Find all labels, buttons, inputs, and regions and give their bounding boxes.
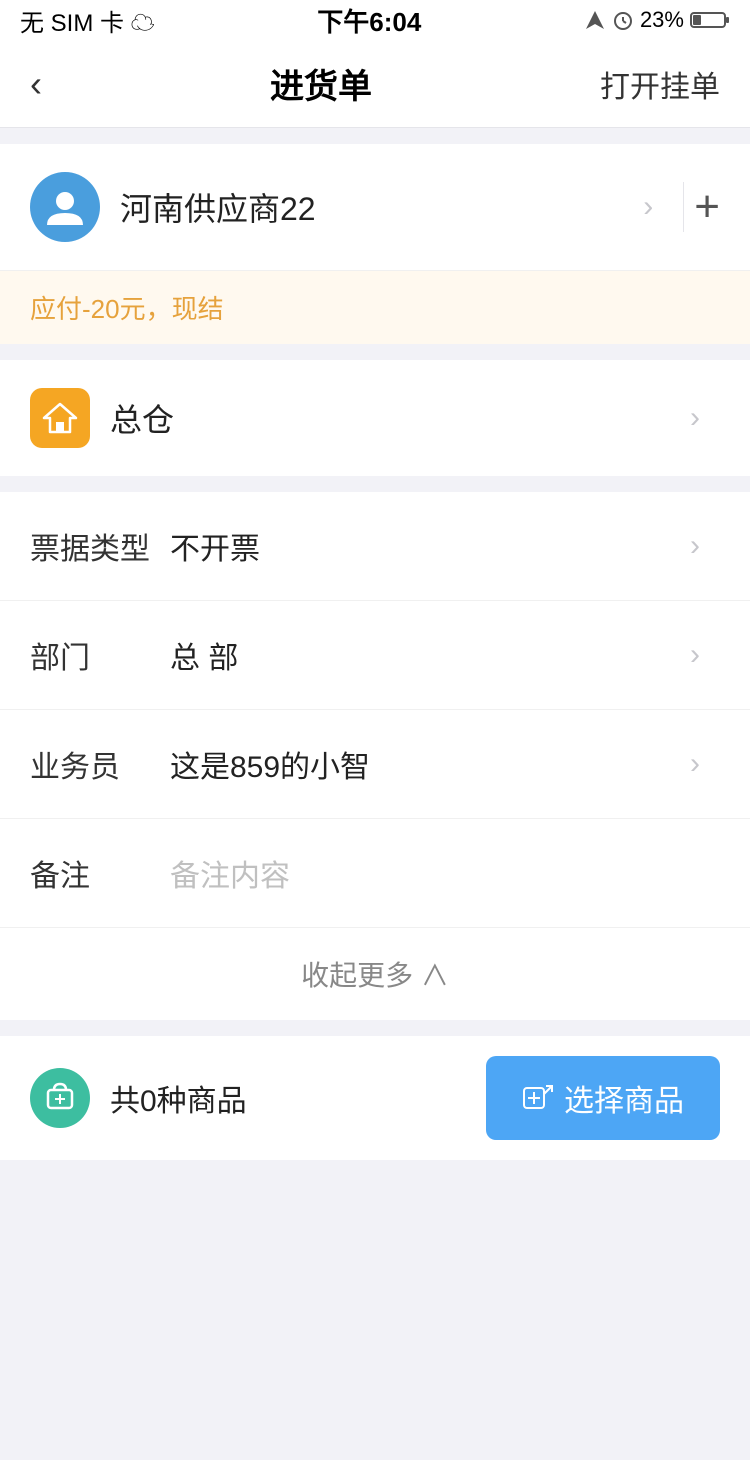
select-icon [522, 1082, 554, 1114]
form-section: 票据类型 不开票 › 部门 总 部 › 业务员 这是859的小智 › 备注 备注… [0, 492, 750, 1020]
nav-bar: ‹ 进货单 打开挂单 [0, 40, 750, 128]
chevron-right-icon: › [690, 747, 700, 781]
invoice-label: 票据类型 [30, 524, 170, 568]
select-product-label: 选择商品 [564, 1076, 684, 1120]
status-right: 23% [584, 7, 730, 33]
battery-text: 23% [640, 7, 684, 33]
bottom-bar: 共0种商品 选择商品 [0, 1036, 750, 1160]
chevron-right-icon: › [643, 190, 653, 224]
open-pending-button[interactable]: 打开挂单 [600, 62, 720, 106]
page-title: 进货单 [270, 59, 372, 108]
collapse-button[interactable]: 收起更多 ∧ [0, 927, 750, 1020]
department-row[interactable]: 部门 总 部 › [0, 600, 750, 709]
chevron-right-icon: › [690, 529, 700, 563]
back-button[interactable]: ‹ [30, 63, 42, 105]
warehouse-row[interactable]: 总仓 › [0, 360, 750, 476]
department-label: 部门 [30, 633, 170, 677]
status-left: 无 SIM 卡 ☁ [20, 3, 155, 38]
collapse-label: 收起更多 ∧ [301, 954, 449, 994]
cart-icon [42, 1080, 78, 1116]
add-supplier-button[interactable]: + [694, 185, 720, 229]
battery-icon [690, 9, 730, 31]
divider [683, 182, 684, 232]
alarm-icon [612, 9, 634, 31]
supplier-row[interactable]: 河南供应商22 › + [0, 144, 750, 271]
salesperson-label: 业务员 [30, 742, 170, 786]
chevron-right-icon: › [690, 638, 700, 672]
product-count: 共0种商品 [110, 1076, 486, 1120]
product-icon [30, 1068, 90, 1128]
department-value: 总 部 [170, 633, 690, 677]
separator [0, 128, 750, 144]
status-bar: 无 SIM 卡 ☁ 下午6:04 23% [0, 0, 750, 40]
notice-bar: 应付-20元，现结 [0, 271, 750, 344]
status-time: 下午6:04 [317, 2, 421, 39]
location-icon [584, 9, 606, 31]
page-background [0, 1160, 750, 1460]
chevron-right-icon: › [690, 401, 700, 435]
remark-label: 备注 [30, 851, 170, 895]
person-icon [43, 185, 87, 229]
house-icon [42, 400, 78, 436]
salesperson-row[interactable]: 业务员 这是859的小智 › [0, 709, 750, 818]
supplier-section: 河南供应商22 › + 应付-20元，现结 [0, 144, 750, 344]
warehouse-name: 总仓 [110, 395, 690, 441]
warehouse-icon [30, 388, 90, 448]
supplier-name: 河南供应商22 [120, 184, 643, 230]
select-product-button[interactable]: 选择商品 [486, 1056, 720, 1140]
warehouse-section: 总仓 › [0, 360, 750, 476]
signal-text: 无 SIM 卡 ☁ [20, 3, 155, 38]
remark-input[interactable]: 备注内容 [170, 851, 720, 895]
invoice-type-row[interactable]: 票据类型 不开票 › [0, 492, 750, 600]
notice-text: 应付-20元，现结 [30, 294, 224, 324]
salesperson-value: 这是859的小智 [170, 742, 690, 786]
avatar [30, 172, 100, 242]
invoice-value: 不开票 [170, 524, 690, 568]
remark-row[interactable]: 备注 备注内容 [0, 818, 750, 927]
